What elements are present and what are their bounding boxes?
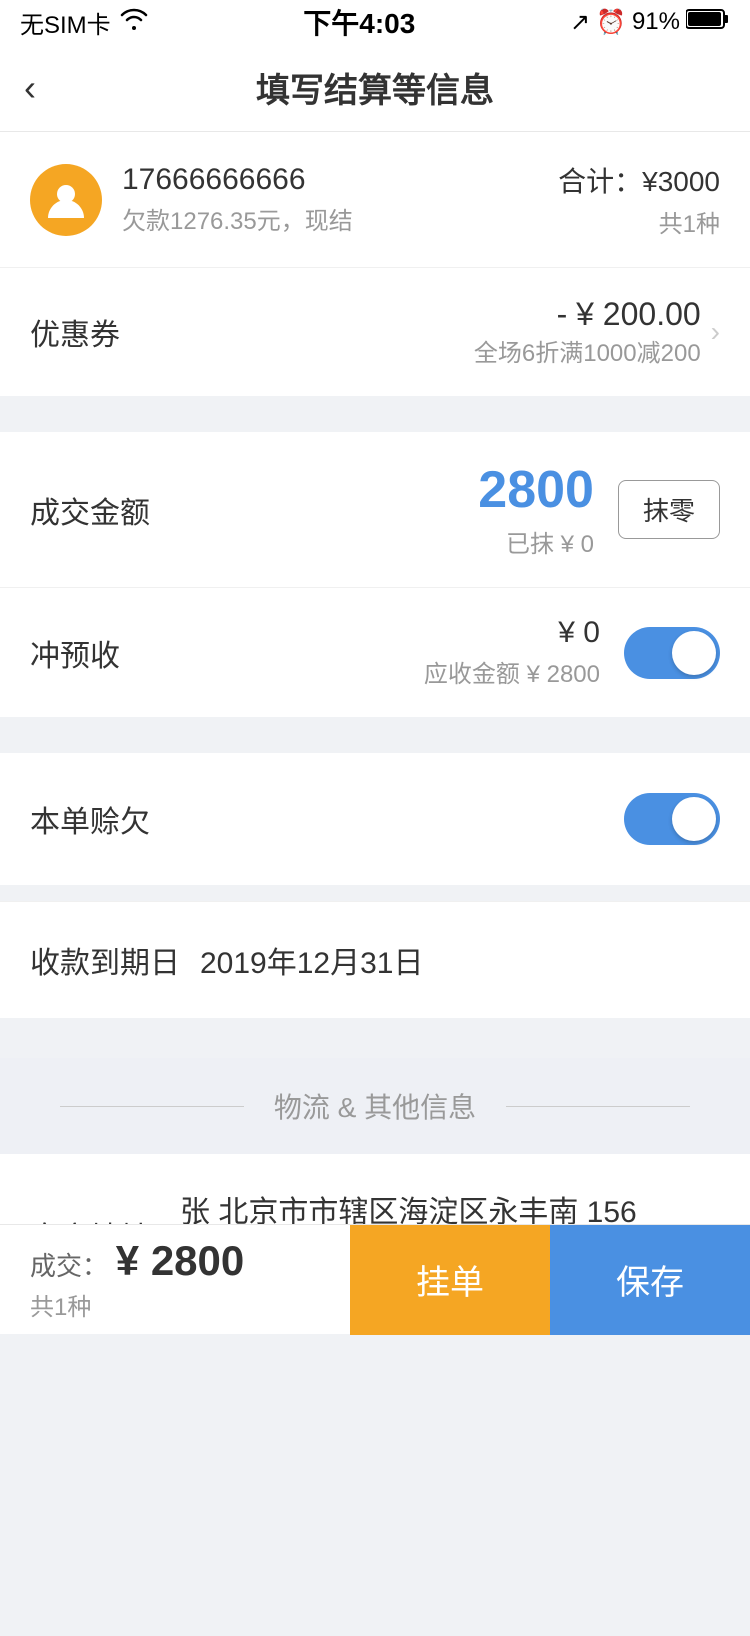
bottom-summary: 成交： ¥ 2800 共1种: [0, 1237, 350, 1322]
coupon-label: 优惠券: [30, 310, 120, 354]
amount-right: 2800 已抹 ¥ 0 抹零: [478, 460, 720, 559]
divider-2: [0, 733, 750, 753]
debt-label: 本单赊欠: [30, 797, 150, 841]
coupon-right: - ¥ 200.00 全场6折满1000减200 ›: [474, 296, 720, 368]
customer-section: 17666666666 欠款1276.35元，现结 合计：¥3000 共1种 优…: [0, 132, 750, 396]
due-row: 收款到期日 2019年12月31日: [0, 902, 750, 1018]
amount-value-wrap: 2800 已抹 ¥ 0: [478, 460, 594, 559]
hang-button[interactable]: 挂单: [350, 1225, 550, 1335]
amount-sub: 已抹 ¥ 0: [478, 524, 594, 559]
nav-bar: ‹ 填写结算等信息: [0, 44, 750, 132]
back-button[interactable]: ‹: [24, 67, 36, 109]
coupon-value: - ¥ 200.00 全场6折满1000减200: [474, 296, 701, 368]
customer-sub: 欠款1276.35元，现结: [122, 201, 353, 236]
prepay-right: ¥ 0 应收金额 ¥ 2800: [424, 616, 720, 689]
save-button[interactable]: 保存: [550, 1225, 750, 1335]
prepay-label: 冲预收: [30, 631, 120, 675]
content: 17666666666 欠款1276.35元，现结 合计：¥3000 共1种 优…: [0, 132, 750, 1636]
logistics-label: 物流 & 其他信息: [244, 1086, 506, 1126]
coupon-chevron-icon: ›: [711, 316, 720, 348]
battery-icon: [686, 8, 730, 37]
round-button[interactable]: 抹零: [618, 480, 720, 539]
customer-info: 17666666666 欠款1276.35元，现结: [122, 163, 353, 236]
customer-left: 17666666666 欠款1276.35元，现结: [30, 163, 353, 236]
divider-1: [0, 412, 750, 432]
sim-status: 无SIM卡: [20, 5, 111, 40]
bottom-count: 共1种: [30, 1287, 320, 1322]
amount-section: 成交金额 2800 已抹 ¥ 0 抹零 冲预收 ¥ 0 应收金额 ¥ 2800: [0, 432, 750, 717]
bottom-deal-row: 成交： ¥ 2800: [30, 1237, 320, 1285]
status-right: ↗ ⏰ 91%: [570, 8, 730, 37]
coupon-sub: 全场6折满1000减200: [474, 333, 701, 368]
total-count: 共1种: [558, 204, 720, 239]
divider-line-left: [60, 1106, 244, 1107]
prepay-sub: 应收金额 ¥ 2800: [424, 654, 600, 689]
gray-area: [0, 1316, 750, 1516]
divider-line-right: [506, 1106, 690, 1107]
status-bar: 无SIM卡 下午4:03 ↗ ⏰ 91%: [0, 0, 750, 44]
debt-toggle[interactable]: [624, 793, 720, 845]
status-left: 无SIM卡: [20, 5, 149, 40]
logistics-divider: 物流 & 其他信息: [0, 1058, 750, 1154]
prepay-toggle[interactable]: [624, 627, 720, 679]
debt-row: 本单赊欠: [0, 753, 750, 885]
customer-row: 17666666666 欠款1276.35元，现结 合计：¥3000 共1种: [0, 132, 750, 267]
amount-label: 成交金额: [30, 488, 150, 532]
amount-number: 2800: [478, 460, 594, 520]
coupon-discount: - ¥ 200.00: [474, 296, 701, 333]
wifi-icon: [119, 8, 149, 37]
due-label: 收款到期日: [30, 938, 180, 982]
amount-row: 成交金额 2800 已抹 ¥ 0 抹零: [0, 432, 750, 587]
bottom-deal-label: 成交：: [30, 1251, 108, 1281]
page-title: 填写结算等信息: [256, 63, 494, 112]
bottom-bar: 成交： ¥ 2800 共1种 挂单 保存: [0, 1224, 750, 1334]
prepay-amount: ¥ 0: [424, 616, 600, 650]
coupon-row[interactable]: 优惠券 - ¥ 200.00 全场6折满1000减200 ›: [0, 267, 750, 396]
due-value: 2019年12月31日: [200, 938, 423, 982]
divider-4: [0, 1038, 750, 1058]
customer-total: 合计：¥3000 共1种: [558, 160, 720, 239]
battery-text: 91%: [632, 8, 680, 36]
avatar: [30, 164, 102, 236]
bottom-price: ¥ 2800: [116, 1237, 244, 1284]
total-label: 合计：¥3000: [558, 160, 720, 200]
location-icon: ↗: [570, 8, 590, 37]
alarm-icon: ⏰: [596, 8, 626, 37]
customer-phone: 17666666666: [122, 163, 353, 197]
prepay-value-wrap: ¥ 0 应收金额 ¥ 2800: [424, 616, 600, 689]
status-time: 下午4:03: [303, 2, 415, 42]
prepay-row: 冲预收 ¥ 0 应收金额 ¥ 2800: [0, 587, 750, 717]
